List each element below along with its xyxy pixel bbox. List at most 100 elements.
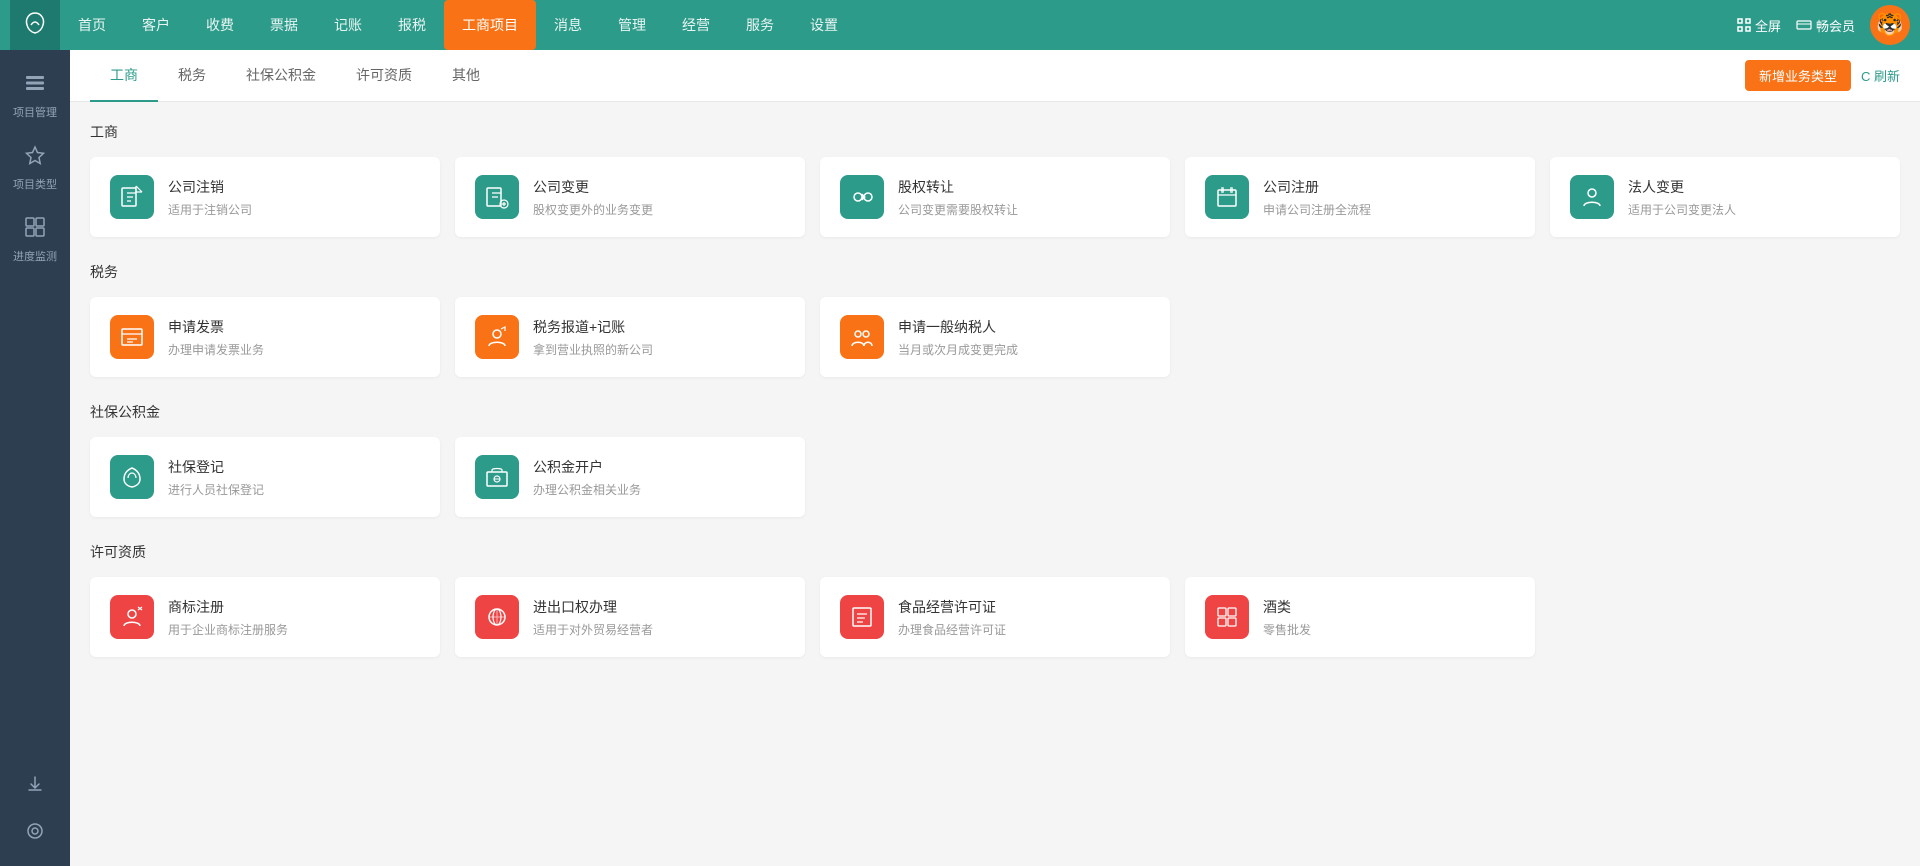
card-desc: 用于企业商标注册服务 — [168, 621, 288, 638]
nav-manage[interactable]: 管理 — [600, 0, 664, 50]
card-company-change[interactable]: 公司变更 股权变更外的业务变更 — [455, 157, 805, 237]
card-text: 申请发票 办理申请发票业务 — [168, 317, 264, 358]
apply-invoice-icon — [110, 315, 154, 359]
nav-tax-report[interactable]: 报税 — [380, 0, 444, 50]
project-manage-icon — [24, 72, 46, 100]
card-desc: 办理申请发票业务 — [168, 341, 264, 358]
card-title: 商标注册 — [168, 597, 288, 617]
card-provident-fund[interactable]: 公积金开户 办理公积金相关业务 — [455, 437, 805, 517]
sidebar-item-project-type[interactable]: 项目类型 — [0, 132, 70, 204]
xuke-cards: 商标注册 用于企业商标注册服务 进出口权办理 适用于对外贸易经营者 — [90, 577, 1900, 657]
card-title: 公司变更 — [533, 177, 653, 197]
nav-invoice[interactable]: 票据 — [252, 0, 316, 50]
new-type-button[interactable]: 新增业务类型 — [1745, 60, 1851, 91]
sidebar-bottom — [0, 762, 70, 866]
nav-home[interactable]: 首页 — [60, 0, 124, 50]
card-title: 申请发票 — [168, 317, 264, 337]
card-import-export[interactable]: 进出口权办理 适用于对外贸易经营者 — [455, 577, 805, 657]
fullscreen-button[interactable]: 全屏 — [1737, 16, 1781, 35]
social-insurance-icon — [110, 455, 154, 499]
equity-transfer-icon — [840, 175, 884, 219]
nav-customer[interactable]: 客户 — [124, 0, 188, 50]
sidebar-item-progress[interactable]: 进度监测 — [0, 204, 70, 276]
card-text: 公司变更 股权变更外的业务变更 — [533, 177, 653, 218]
card-apply-invoice[interactable]: 申请发票 办理申请发票业务 — [90, 297, 440, 377]
tab-other[interactable]: 其他 — [432, 50, 500, 102]
card-text: 商标注册 用于企业商标注册服务 — [168, 597, 288, 638]
tab-gongshang[interactable]: 工商 — [90, 50, 158, 102]
card-food-license[interactable]: 食品经营许可证 办理食品经营许可证 — [820, 577, 1170, 657]
sidebar-item-project-manage[interactable]: 项目管理 — [0, 60, 70, 132]
mascot-icon[interactable]: 🐯 — [1870, 5, 1910, 45]
card-legal-change[interactable]: 法人变更 适用于公司变更法人 — [1550, 157, 1900, 237]
tab-shebao[interactable]: 社保公积金 — [226, 50, 336, 102]
card-title: 进出口权办理 — [533, 597, 653, 617]
card-desc: 办理食品经营许可证 — [898, 621, 1006, 638]
card-desc: 进行人员社保登记 — [168, 481, 264, 498]
nav-operation[interactable]: 经营 — [664, 0, 728, 50]
nav-business[interactable]: 工商项目 — [444, 0, 536, 50]
main-layout: 项目管理 项目类型 进度监测 — [0, 50, 1920, 866]
card-title: 股权转让 — [898, 177, 1018, 197]
card-title: 酒类 — [1263, 597, 1311, 617]
sidebar-item-settings2[interactable] — [0, 809, 70, 856]
card-text: 公积金开户 办理公积金相关业务 — [533, 457, 641, 498]
card-company-register[interactable]: 公司注册 申请公司注册全流程 — [1185, 157, 1535, 237]
card-general-taxpayer[interactable]: 申请一般纳税人 当月或次月成变更完成 — [820, 297, 1170, 377]
card-title: 公积金开户 — [533, 457, 641, 477]
card-title: 申请一般纳税人 — [898, 317, 1018, 337]
section-xuke: 许可资质 商标注册 用于企业商标注册服务 — [90, 542, 1900, 657]
section-title-shuiwu: 税务 — [90, 262, 1900, 282]
refresh-button[interactable]: C 刷新 — [1861, 66, 1900, 85]
card-text: 公司注销 适用于注销公司 — [168, 177, 252, 218]
card-equity-transfer[interactable]: 股权转让 公司变更需要股权转让 — [820, 157, 1170, 237]
card-desc: 适用于注销公司 — [168, 201, 252, 218]
progress-icon — [24, 216, 46, 244]
nav-service[interactable]: 服务 — [728, 0, 792, 50]
card-text: 税务报道+记账 拿到营业执照的新公司 — [533, 317, 653, 358]
section-gongshang: 工商 公司注销 适用于注销公司 — [90, 122, 1900, 237]
card-text: 公司注册 申请公司注册全流程 — [1263, 177, 1371, 218]
sidebar-item-download[interactable] — [0, 762, 70, 809]
card-trademark[interactable]: 商标注册 用于企业商标注册服务 — [90, 577, 440, 657]
card-desc: 公司变更需要股权转让 — [898, 201, 1018, 218]
company-change-icon — [475, 175, 519, 219]
card-text: 食品经营许可证 办理食品经营许可证 — [898, 597, 1006, 638]
card-title: 社保登记 — [168, 457, 264, 477]
content-area: 工商 税务 社保公积金 许可资质 其他 新增业务类型 C 刷新 工商 — [70, 50, 1920, 866]
card-desc: 适用于对外贸易经营者 — [533, 621, 653, 638]
shebao-cards: 社保登记 进行人员社保登记 公积金开户 办理公积金相关业务 — [90, 437, 1900, 517]
nav-accounting[interactable]: 记账 — [316, 0, 380, 50]
card-text: 酒类 零售批发 — [1263, 597, 1311, 638]
card-title: 公司注册 — [1263, 177, 1371, 197]
card-company-cancel[interactable]: 公司注销 适用于注销公司 — [90, 157, 440, 237]
card-social-insurance[interactable]: 社保登记 进行人员社保登记 — [90, 437, 440, 517]
card-title: 食品经营许可证 — [898, 597, 1006, 617]
tax-accounting-icon — [475, 315, 519, 359]
settings2-icon — [25, 821, 45, 844]
card-alcohol[interactable]: 酒类 零售批发 — [1185, 577, 1535, 657]
tab-xuke[interactable]: 许可资质 — [336, 50, 432, 102]
project-type-icon — [24, 144, 46, 172]
card-desc: 零售批发 — [1263, 621, 1311, 638]
vip-button[interactable]: 畅会员 — [1796, 16, 1855, 35]
section-shuiwu: 税务 申请发票 办理申请发票业务 — [90, 262, 1900, 377]
card-desc: 当月或次月成变更完成 — [898, 341, 1018, 358]
card-tax-accounting[interactable]: 税务报道+记账 拿到营业执照的新公司 — [455, 297, 805, 377]
nav-message[interactable]: 消息 — [536, 0, 600, 50]
section-shebao: 社保公积金 社保登记 进行人员社保登记 — [90, 402, 1900, 517]
card-text: 社保登记 进行人员社保登记 — [168, 457, 264, 498]
card-title: 法人变更 — [1628, 177, 1736, 197]
food-license-icon — [840, 595, 884, 639]
gongshang-cards: 公司注销 适用于注销公司 公司变更 股权变更外的业务变更 — [90, 157, 1900, 237]
download-icon — [25, 774, 45, 797]
section-title-shebao: 社保公积金 — [90, 402, 1900, 422]
top-navigation: 首页 客户 收费 票据 记账 报税 工商项目 消息 管理 经营 服务 设置 全屏… — [0, 0, 1920, 50]
tab-shuiwu[interactable]: 税务 — [158, 50, 226, 102]
card-desc: 申请公司注册全流程 — [1263, 201, 1371, 218]
nav-fee[interactable]: 收费 — [188, 0, 252, 50]
section-title-xuke: 许可资质 — [90, 542, 1900, 562]
card-desc: 股权变更外的业务变更 — [533, 201, 653, 218]
nav-settings[interactable]: 设置 — [792, 0, 856, 50]
card-text: 法人变更 适用于公司变更法人 — [1628, 177, 1736, 218]
